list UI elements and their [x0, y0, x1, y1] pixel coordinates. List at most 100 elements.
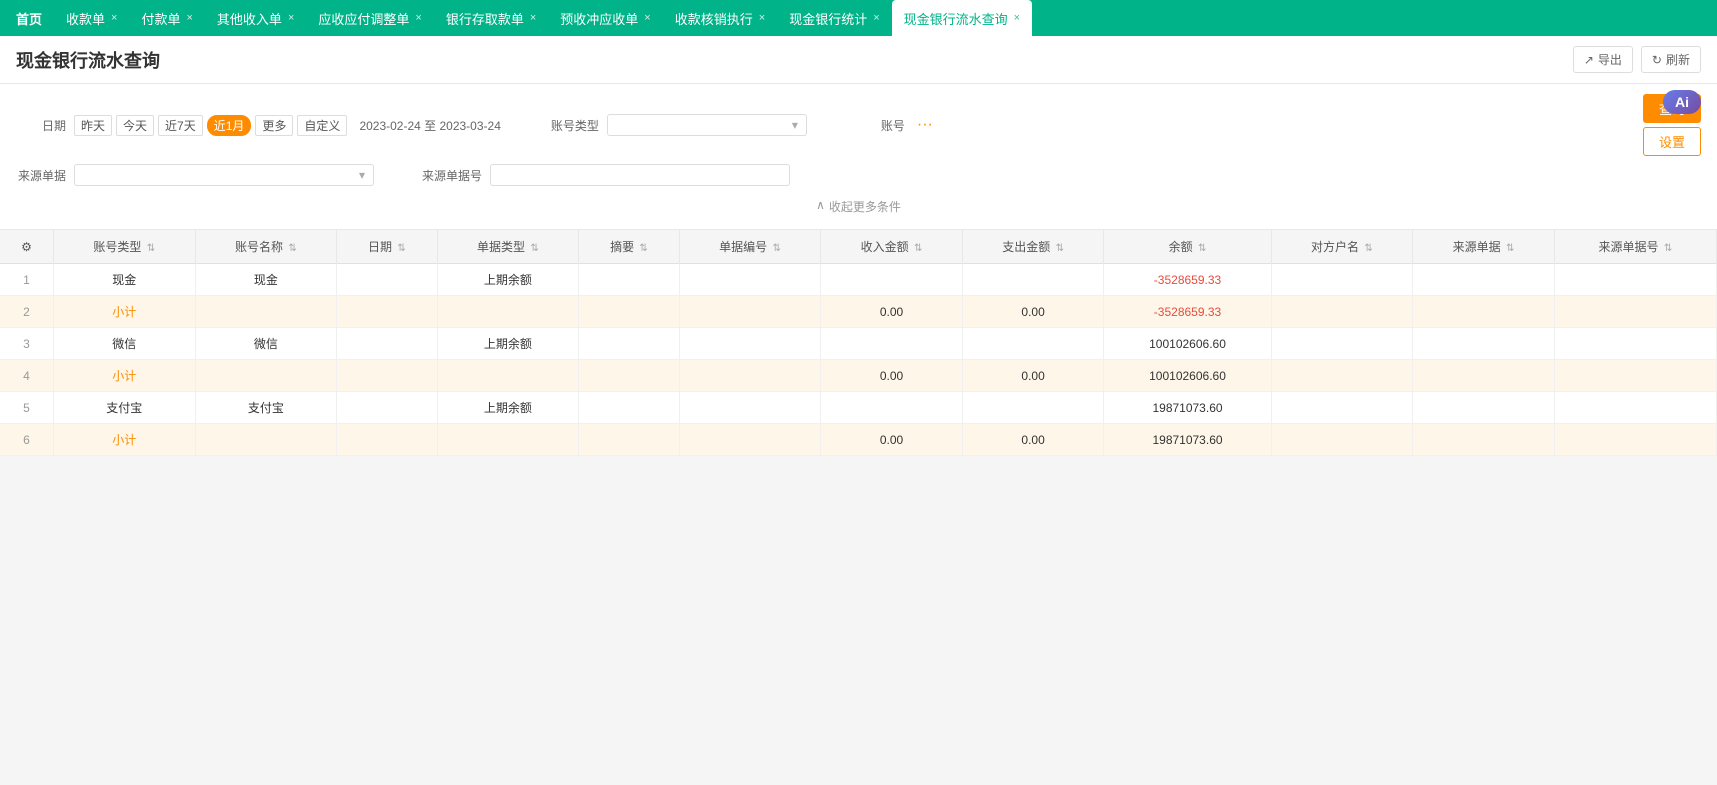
close-other-income-icon[interactable]: × — [288, 12, 294, 24]
table-row: 3 微信 微信 上期余额 100102606.60 — [0, 328, 1717, 360]
sort-source-doc-icon[interactable]: ⇅ — [1506, 243, 1514, 254]
close-receipt-verify-icon[interactable]: × — [759, 12, 765, 24]
nav-bank-deposit[interactable]: 银行存取款单 × — [434, 0, 548, 36]
date-label: 日期 — [16, 117, 66, 134]
close-ar-ap-icon[interactable]: × — [415, 12, 421, 24]
source-doc-no-input[interactable] — [490, 164, 790, 186]
nav-cash-bank-flow[interactable]: 现金银行流水查询 × — [892, 0, 1032, 36]
cell-account-type: 小计 — [53, 424, 195, 456]
sort-income-icon[interactable]: ⇅ — [914, 243, 922, 254]
col-expense: 支出金额 ⇅ — [962, 230, 1104, 264]
nav-receipt-verify[interactable]: 收款核销执行 × — [663, 0, 777, 36]
cell-source-doc-no — [1554, 392, 1716, 424]
source-doc-label: 来源单据 — [16, 167, 66, 184]
cell-doc-no — [679, 264, 821, 296]
cell-expense — [962, 328, 1104, 360]
table-row: 1 现金 现金 上期余额 -3528659.33 — [0, 264, 1717, 296]
cell-doc-no — [679, 360, 821, 392]
cell-source-doc-no — [1554, 360, 1716, 392]
cell-account-name — [195, 424, 337, 456]
cell-account-type: 小计 — [53, 360, 195, 392]
close-cash-bank-stat-icon[interactable]: × — [873, 12, 879, 24]
cell-expense: 0.00 — [962, 296, 1104, 328]
date-btn-yesterday[interactable]: 昨天 — [74, 115, 112, 136]
cell-expense: 0.00 — [962, 360, 1104, 392]
col-counterparty: 对方户名 ⇅ — [1271, 230, 1413, 264]
sort-expense-icon[interactable]: ⇅ — [1056, 243, 1064, 254]
cell-num: 1 — [0, 264, 53, 296]
account-no-dots-button[interactable]: ··· — [913, 116, 937, 134]
close-receipt-icon[interactable]: × — [111, 12, 117, 24]
refresh-button[interactable]: ↻ 刷新 — [1641, 46, 1701, 73]
cell-balance: 100102606.60 — [1104, 328, 1271, 360]
collapse-bar[interactable]: ∧ 收起更多条件 — [16, 194, 1701, 219]
date-btn-custom[interactable]: 自定义 — [297, 115, 347, 136]
table-row: 2 小计 0.00 0.00 -3528659.33 — [0, 296, 1717, 328]
top-nav: 首页 收款单 × 付款单 × 其他收入单 × 应收应付调整单 × 银行存取款单 … — [0, 0, 1717, 36]
cell-num: 3 — [0, 328, 53, 360]
cell-account-type: 现金 — [53, 264, 195, 296]
account-type-arrow-icon: ▾ — [792, 118, 798, 132]
col-settings[interactable]: ⚙ — [0, 230, 53, 264]
nav-cash-bank-stat[interactable]: 现金银行统计 × — [777, 0, 891, 36]
ai-badge[interactable]: Ai — [1663, 90, 1701, 114]
cell-date — [337, 296, 438, 328]
sort-source-doc-no-icon[interactable]: ⇅ — [1664, 243, 1672, 254]
table-body: 1 现金 现金 上期余额 -3528659.33 2 小计 0.00 0.00 … — [0, 264, 1717, 456]
date-btn-more[interactable]: 更多 — [255, 115, 293, 136]
page-header: 现金银行流水查询 ↗ 导出 ↻ 刷新 — [0, 36, 1717, 84]
cell-summary — [579, 424, 680, 456]
close-bank-deposit-icon[interactable]: × — [530, 12, 536, 24]
nav-other-income[interactable]: 其他收入单 × — [205, 0, 306, 36]
date-range-display: 2023-02-24 至 2023-03-24 — [359, 117, 500, 134]
sort-summary-icon[interactable]: ⇅ — [639, 243, 647, 254]
sort-counterparty-icon[interactable]: ⇅ — [1364, 243, 1372, 254]
cell-date — [337, 360, 438, 392]
date-btn-1month[interactable]: 近1月 — [207, 115, 252, 136]
cell-account-type: 支付宝 — [53, 392, 195, 424]
cell-date — [337, 328, 438, 360]
sort-doc-no-icon[interactable]: ⇅ — [772, 243, 780, 254]
col-balance: 余额 ⇅ — [1104, 230, 1271, 264]
nav-pre-receipt[interactable]: 预收冲应收单 × — [548, 0, 662, 36]
nav-receipt[interactable]: 收款单 × — [54, 0, 129, 36]
cell-income — [821, 392, 963, 424]
cell-account-name: 支付宝 — [195, 392, 337, 424]
cell-source-doc — [1413, 392, 1555, 424]
cell-income: 0.00 — [821, 360, 963, 392]
cell-summary — [579, 328, 680, 360]
cell-source-doc-no — [1554, 424, 1716, 456]
table-row: 5 支付宝 支付宝 上期余额 19871073.60 — [0, 392, 1717, 424]
cell-doc-type — [437, 360, 579, 392]
date-btn-today[interactable]: 今天 — [116, 115, 154, 136]
col-date: 日期 ⇅ — [337, 230, 438, 264]
refresh-icon: ↻ — [1652, 53, 1662, 67]
sort-date-icon[interactable]: ⇅ — [397, 243, 405, 254]
nav-payment[interactable]: 付款单 × — [129, 0, 204, 36]
col-account-name: 账号名称 ⇅ — [195, 230, 337, 264]
account-type-select[interactable]: ▾ — [607, 114, 807, 136]
cell-doc-type: 上期余额 — [437, 392, 579, 424]
cell-date — [337, 424, 438, 456]
col-source-doc-no: 来源单据号 ⇅ — [1554, 230, 1716, 264]
nav-ar-ap-adjust[interactable]: 应收应付调整单 × — [306, 0, 433, 36]
sort-doc-type-icon[interactable]: ⇅ — [530, 243, 538, 254]
settings-button[interactable]: 设置 — [1643, 127, 1701, 156]
sort-account-name-icon[interactable]: ⇅ — [288, 243, 296, 254]
cell-counterparty — [1271, 392, 1413, 424]
date-btn-7days[interactable]: 近7天 — [158, 115, 203, 136]
close-pre-receipt-icon[interactable]: × — [644, 12, 650, 24]
cell-income: 0.00 — [821, 424, 963, 456]
export-button[interactable]: ↗ 导出 — [1573, 46, 1633, 73]
cell-doc-no — [679, 328, 821, 360]
sort-balance-icon[interactable]: ⇅ — [1198, 243, 1206, 254]
cell-summary — [579, 392, 680, 424]
sort-account-type-icon[interactable]: ⇅ — [147, 243, 155, 254]
source-doc-select[interactable]: ▾ — [74, 164, 374, 186]
col-account-type: 账号类型 ⇅ — [53, 230, 195, 264]
close-payment-icon[interactable]: × — [186, 12, 192, 24]
gear-icon[interactable]: ⚙ — [21, 240, 32, 254]
nav-home[interactable]: 首页 — [4, 0, 54, 36]
close-cash-bank-flow-icon[interactable]: × — [1014, 12, 1020, 24]
table-header-row: ⚙ 账号类型 ⇅ 账号名称 ⇅ 日期 ⇅ 单据类型 ⇅ — [0, 230, 1717, 264]
